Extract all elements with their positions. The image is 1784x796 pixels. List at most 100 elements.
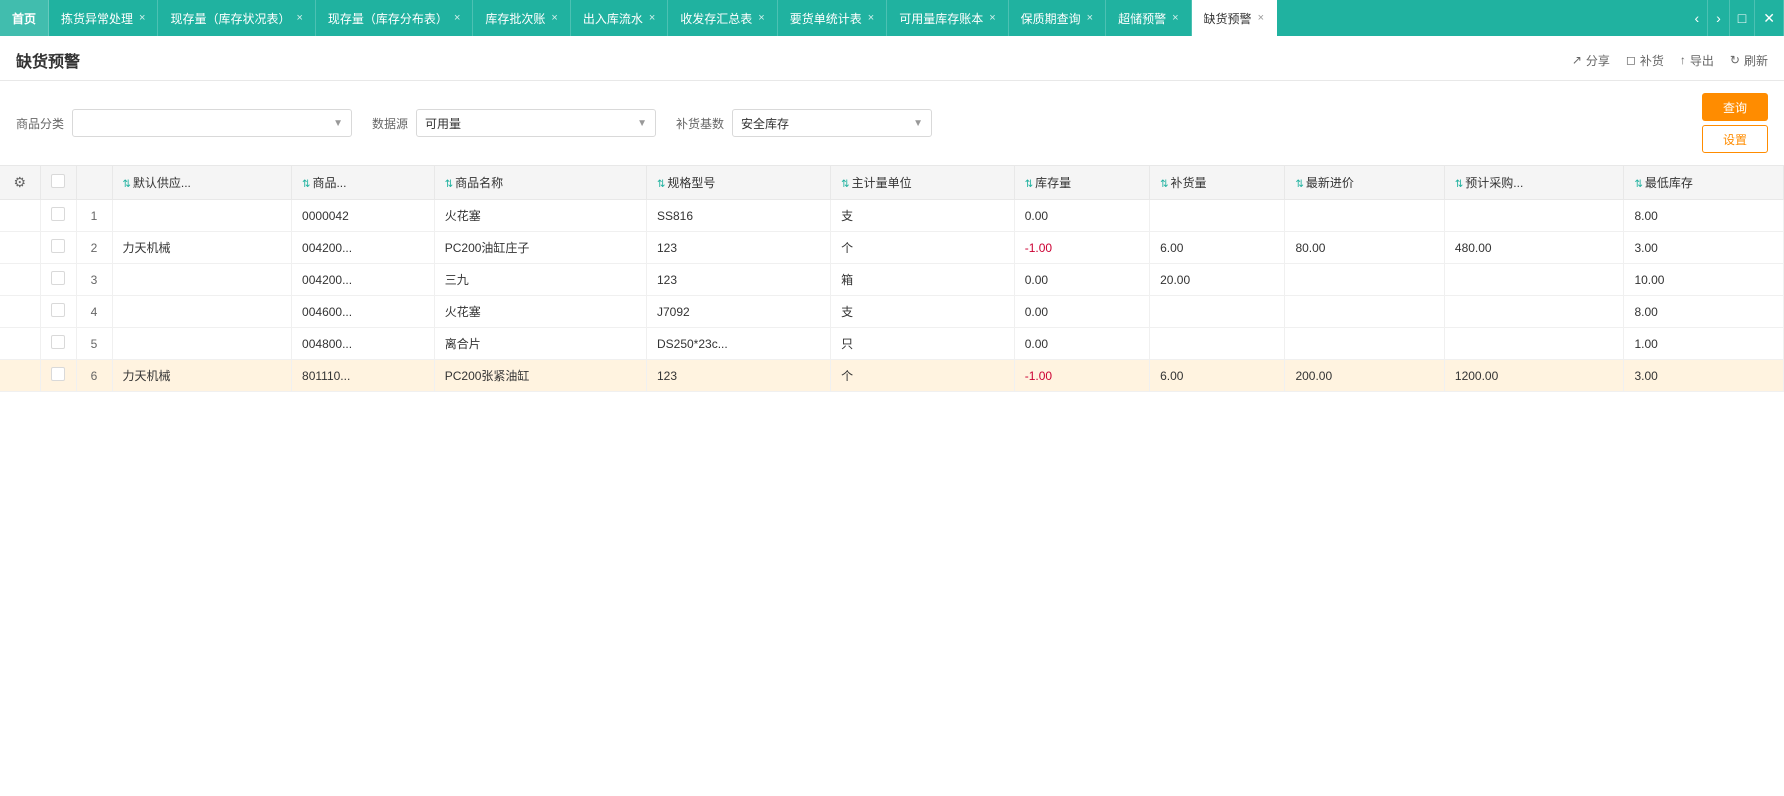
row-latest_price xyxy=(1285,296,1444,328)
row-checkbox-cell xyxy=(40,232,76,264)
replenish-sort-icon: ⇅ xyxy=(1160,179,1168,190)
header-checkbox[interactable] xyxy=(51,174,65,188)
tab-close-2[interactable]: × xyxy=(296,12,302,24)
th-unit[interactable]: ⇅主计量单位 xyxy=(831,166,1015,200)
row-code: 004200... xyxy=(292,264,435,296)
data-table: ⚙ ⇅默认供应... ⇅商品... ⇅商品名称 ⇅规格型号 ⇅主计量单位 ⇅库存… xyxy=(0,166,1784,392)
row-checkbox[interactable] xyxy=(51,303,65,317)
row-checkbox[interactable] xyxy=(51,271,65,285)
category-select[interactable]: ▼ xyxy=(72,109,352,137)
row-settings-cell xyxy=(0,232,40,264)
row-replenish xyxy=(1150,296,1285,328)
th-settings[interactable]: ⚙ xyxy=(0,166,40,200)
tab-close-10[interactable]: × xyxy=(1172,12,1178,24)
latest-price-sort-icon: ⇅ xyxy=(1295,179,1303,190)
th-supplier[interactable]: ⇅默认供应... xyxy=(112,166,292,200)
row-replenish: 6.00 xyxy=(1150,360,1285,392)
settings-gear-icon[interactable]: ⚙ xyxy=(13,174,26,190)
tab-item-5[interactable]: 出入库流水 × xyxy=(571,0,668,36)
tab-item-3[interactable]: 现存量（库存分布表） × xyxy=(316,0,473,36)
spec-sort-icon: ⇅ xyxy=(657,179,665,190)
tab-label-5: 出入库流水 xyxy=(583,10,643,27)
tab-close-4[interactable]: × xyxy=(551,12,557,24)
th-estimated[interactable]: ⇅预计采购... xyxy=(1444,166,1624,200)
row-settings-cell xyxy=(0,328,40,360)
th-checkbox[interactable] xyxy=(40,166,76,200)
table-row: 6力天机械801110...PC200张紧油缸123个-1.006.00200.… xyxy=(0,360,1784,392)
settings-button[interactable]: 设置 xyxy=(1702,125,1768,153)
tab-item-10[interactable]: 超储预警 × xyxy=(1106,0,1191,36)
row-min_stock: 8.00 xyxy=(1624,296,1784,328)
th-latest-price[interactable]: ⇅最新进价 xyxy=(1285,166,1444,200)
row-checkbox[interactable] xyxy=(51,367,65,381)
row-replenish xyxy=(1150,328,1285,360)
th-spec[interactable]: ⇅规格型号 xyxy=(646,166,830,200)
row-unit: 箱 xyxy=(831,264,1015,296)
export-icon: ↑ xyxy=(1680,53,1686,67)
tab-restore-button[interactable]: □ xyxy=(1730,0,1755,36)
name-sort-icon: ⇅ xyxy=(445,179,453,190)
datasource-value: 可用量 xyxy=(425,115,461,132)
tab-item-0[interactable]: 首页 xyxy=(0,0,49,36)
row-min_stock: 8.00 xyxy=(1624,200,1784,232)
row-checkbox[interactable] xyxy=(51,335,65,349)
th-replenish[interactable]: ⇅补货量 xyxy=(1150,166,1285,200)
tab-item-8[interactable]: 可用量库存账本 × xyxy=(887,0,1008,36)
row-supplier xyxy=(112,264,292,296)
tab-close-6[interactable]: × xyxy=(758,12,764,24)
tab-close-all-button[interactable]: ✕ xyxy=(1755,0,1784,36)
row-checkbox[interactable] xyxy=(51,239,65,253)
supplier-sort-icon: ⇅ xyxy=(123,179,131,190)
tab-item-1[interactable]: 拣货异常处理 × xyxy=(49,0,158,36)
row-supplier xyxy=(112,296,292,328)
tab-close-1[interactable]: × xyxy=(139,12,145,24)
refresh-button[interactable]: ↻ 刷新 xyxy=(1730,52,1768,69)
tab-close-7[interactable]: × xyxy=(868,12,874,24)
code-sort-icon: ⇅ xyxy=(302,179,310,190)
row-settings-cell xyxy=(0,296,40,328)
tab-close-8[interactable]: × xyxy=(989,12,995,24)
category-filter-group: 商品分类 ▼ xyxy=(16,109,352,137)
page-header: 缺货预警 ↗ 分享 ◻ 补货 ↑ 导出 ↻ 刷新 xyxy=(0,36,1784,81)
share-button[interactable]: ↗ 分享 xyxy=(1572,52,1610,69)
filter-bar: 商品分类 ▼ 数据源 可用量 ▼ 补货基数 安全库存 ▼ 查询 设置 xyxy=(0,81,1784,166)
replenish-value: 安全库存 xyxy=(741,115,789,132)
tab-close-5[interactable]: × xyxy=(649,12,655,24)
tab-item-6[interactable]: 收发存汇总表 × xyxy=(668,0,777,36)
tab-next-button[interactable]: › xyxy=(1708,0,1730,36)
tab-item-11[interactable]: 缺货预警 × xyxy=(1192,0,1277,36)
replenish-select[interactable]: 安全库存 ▼ xyxy=(732,109,932,137)
row-unit: 支 xyxy=(831,296,1015,328)
query-button[interactable]: 查询 xyxy=(1702,93,1768,121)
th-stock[interactable]: ⇅库存量 xyxy=(1014,166,1149,200)
row-supplier: 力天机械 xyxy=(112,232,292,264)
tab-item-7[interactable]: 要货单统计表 × xyxy=(778,0,887,36)
row-min_stock: 3.00 xyxy=(1624,360,1784,392)
row-checkbox-cell xyxy=(40,296,76,328)
tab-item-2[interactable]: 现存量（库存状况表） × xyxy=(158,0,315,36)
tab-prev-button[interactable]: ‹ xyxy=(1686,0,1708,36)
tab-label-2: 现存量（库存状况表） xyxy=(170,10,290,27)
datasource-select[interactable]: 可用量 ▼ xyxy=(416,109,656,137)
row-latest_price xyxy=(1285,264,1444,296)
row-number: 4 xyxy=(76,296,112,328)
tab-item-4[interactable]: 库存批次账 × xyxy=(473,0,570,36)
tab-label-3: 现存量（库存分布表） xyxy=(328,10,448,27)
table-row: 2力天机械004200...PC200油缸庄子123个-1.006.0080.0… xyxy=(0,232,1784,264)
th-code[interactable]: ⇅商品... xyxy=(292,166,435,200)
tab-close-9[interactable]: × xyxy=(1087,12,1093,24)
replenish-button[interactable]: ◻ 补货 xyxy=(1626,52,1664,69)
row-supplier: 力天机械 xyxy=(112,360,292,392)
row-checkbox[interactable] xyxy=(51,207,65,221)
export-button[interactable]: ↑ 导出 xyxy=(1680,52,1714,69)
row-min_stock: 3.00 xyxy=(1624,232,1784,264)
row-name: 火花塞 xyxy=(434,296,646,328)
tab-close-11[interactable]: × xyxy=(1258,12,1264,24)
th-min-stock[interactable]: ⇅最低库存 xyxy=(1624,166,1784,200)
row-estimated xyxy=(1444,328,1624,360)
row-estimated: 480.00 xyxy=(1444,232,1624,264)
row-number: 3 xyxy=(76,264,112,296)
tab-item-9[interactable]: 保质期查询 × xyxy=(1009,0,1106,36)
th-name[interactable]: ⇅商品名称 xyxy=(434,166,646,200)
tab-close-3[interactable]: × xyxy=(454,12,460,24)
